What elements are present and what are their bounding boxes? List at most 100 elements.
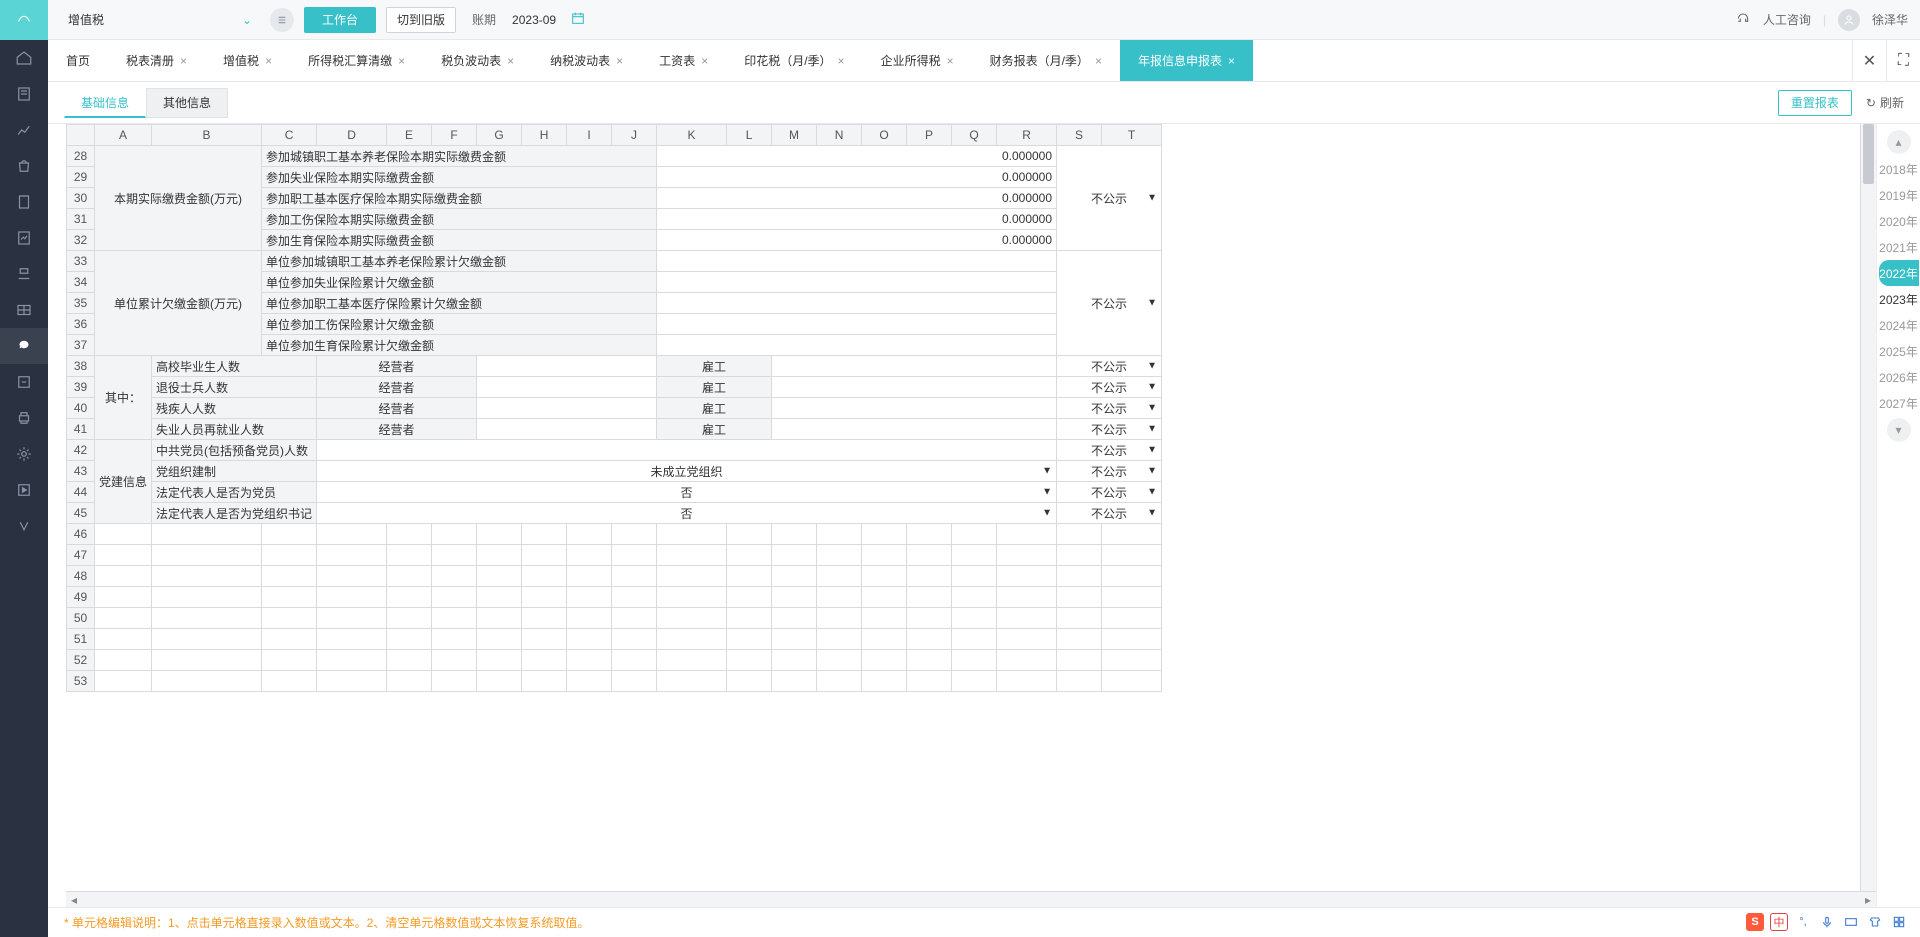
cell[interactable]: [862, 671, 907, 692]
col-C[interactable]: C: [262, 125, 317, 146]
cell[interactable]: [522, 671, 567, 692]
col-F[interactable]: F: [432, 125, 477, 146]
row-49[interactable]: 49: [67, 587, 95, 608]
cell[interactable]: [522, 587, 567, 608]
row-47[interactable]: 47: [67, 545, 95, 566]
row-35[interactable]: 35: [67, 293, 95, 314]
row-32[interactable]: 32: [67, 230, 95, 251]
cell[interactable]: [657, 650, 727, 671]
cell[interactable]: [477, 671, 522, 692]
row-37[interactable]: 37: [67, 335, 95, 356]
cell[interactable]: [952, 671, 997, 692]
grid-corner[interactable]: [67, 125, 95, 146]
cell[interactable]: [772, 587, 817, 608]
cell[interactable]: [952, 650, 997, 671]
tab-1[interactable]: 税表清册×: [108, 40, 205, 81]
vertical-scrollbar[interactable]: [1860, 124, 1876, 891]
cell[interactable]: [657, 545, 727, 566]
row-38[interactable]: 38: [67, 356, 95, 377]
disclosure-cell[interactable]: 不公示▼: [1057, 146, 1162, 251]
cell[interactable]: [432, 566, 477, 587]
cell[interactable]: [612, 566, 657, 587]
cell[interactable]: [817, 608, 862, 629]
value-cell[interactable]: [657, 272, 1057, 293]
cell[interactable]: [317, 524, 387, 545]
cell[interactable]: [262, 629, 317, 650]
cell[interactable]: [317, 671, 387, 692]
row-44[interactable]: 44: [67, 482, 95, 503]
cell[interactable]: [997, 608, 1057, 629]
nav-chart-icon[interactable]: [0, 112, 48, 148]
col-T[interactable]: T: [1102, 125, 1162, 146]
cell[interactable]: [997, 587, 1057, 608]
cell[interactable]: [567, 545, 612, 566]
row-53[interactable]: 53: [67, 671, 95, 692]
disclosure-cell[interactable]: 不公示▼: [1057, 377, 1162, 398]
nav-doc-icon[interactable]: [0, 76, 48, 112]
cell[interactable]: [772, 650, 817, 671]
cell[interactable]: [862, 629, 907, 650]
cell[interactable]: [657, 629, 727, 650]
disclosure-cell[interactable]: 不公示▼: [1057, 461, 1162, 482]
cell[interactable]: [862, 566, 907, 587]
cell[interactable]: [522, 608, 567, 629]
cell[interactable]: [907, 545, 952, 566]
cell[interactable]: [522, 629, 567, 650]
cell[interactable]: [612, 650, 657, 671]
cell[interactable]: [1102, 524, 1162, 545]
cell[interactable]: [262, 587, 317, 608]
cell[interactable]: [567, 629, 612, 650]
cell[interactable]: [1057, 671, 1102, 692]
cell[interactable]: [152, 545, 262, 566]
value-cell[interactable]: 0.000000: [657, 188, 1057, 209]
cell[interactable]: [817, 524, 862, 545]
cell[interactable]: [657, 671, 727, 692]
cell[interactable]: [612, 608, 657, 629]
row-50[interactable]: 50: [67, 608, 95, 629]
cell[interactable]: [152, 587, 262, 608]
row-34[interactable]: 34: [67, 272, 95, 293]
ime-tool-icon[interactable]: [1890, 913, 1908, 931]
tab-9[interactable]: 财务报表（月/季）×: [972, 40, 1120, 81]
row-28[interactable]: 28: [67, 146, 95, 167]
cell[interactable]: [317, 650, 387, 671]
cell[interactable]: [907, 629, 952, 650]
cell[interactable]: [95, 524, 152, 545]
cell[interactable]: [952, 566, 997, 587]
value-cell[interactable]: 0.000000: [657, 209, 1057, 230]
cell[interactable]: [387, 671, 432, 692]
cell[interactable]: [772, 524, 817, 545]
ime-cn-icon[interactable]: 中: [1770, 913, 1788, 931]
cell[interactable]: [477, 566, 522, 587]
nav-clipboard-icon[interactable]: [0, 184, 48, 220]
horizontal-scrollbar[interactable]: ◂ ▸: [66, 891, 1876, 907]
calendar-icon[interactable]: [570, 10, 586, 29]
col-L[interactable]: L: [727, 125, 772, 146]
col-M[interactable]: M: [772, 125, 817, 146]
cell[interactable]: [152, 566, 262, 587]
col-K[interactable]: K: [657, 125, 727, 146]
nav-active-icon[interactable]: [0, 328, 48, 364]
cell[interactable]: [1057, 566, 1102, 587]
cell[interactable]: [262, 671, 317, 692]
col-O[interactable]: O: [862, 125, 907, 146]
cell[interactable]: [862, 524, 907, 545]
cell[interactable]: [772, 608, 817, 629]
cell[interactable]: [952, 545, 997, 566]
value-cell[interactable]: 0.000000: [657, 230, 1057, 251]
row-46[interactable]: 46: [67, 524, 95, 545]
value-cell[interactable]: [477, 398, 657, 419]
cell[interactable]: [317, 545, 387, 566]
cell[interactable]: [387, 650, 432, 671]
cell[interactable]: [522, 650, 567, 671]
cell[interactable]: [522, 566, 567, 587]
cell[interactable]: [1057, 629, 1102, 650]
cell[interactable]: [997, 650, 1057, 671]
cell[interactable]: [522, 524, 567, 545]
cell[interactable]: [477, 608, 522, 629]
nav-transfer-icon[interactable]: [0, 364, 48, 400]
col-N[interactable]: N: [817, 125, 862, 146]
cell[interactable]: [612, 545, 657, 566]
col-E[interactable]: E: [387, 125, 432, 146]
cell[interactable]: [387, 524, 432, 545]
